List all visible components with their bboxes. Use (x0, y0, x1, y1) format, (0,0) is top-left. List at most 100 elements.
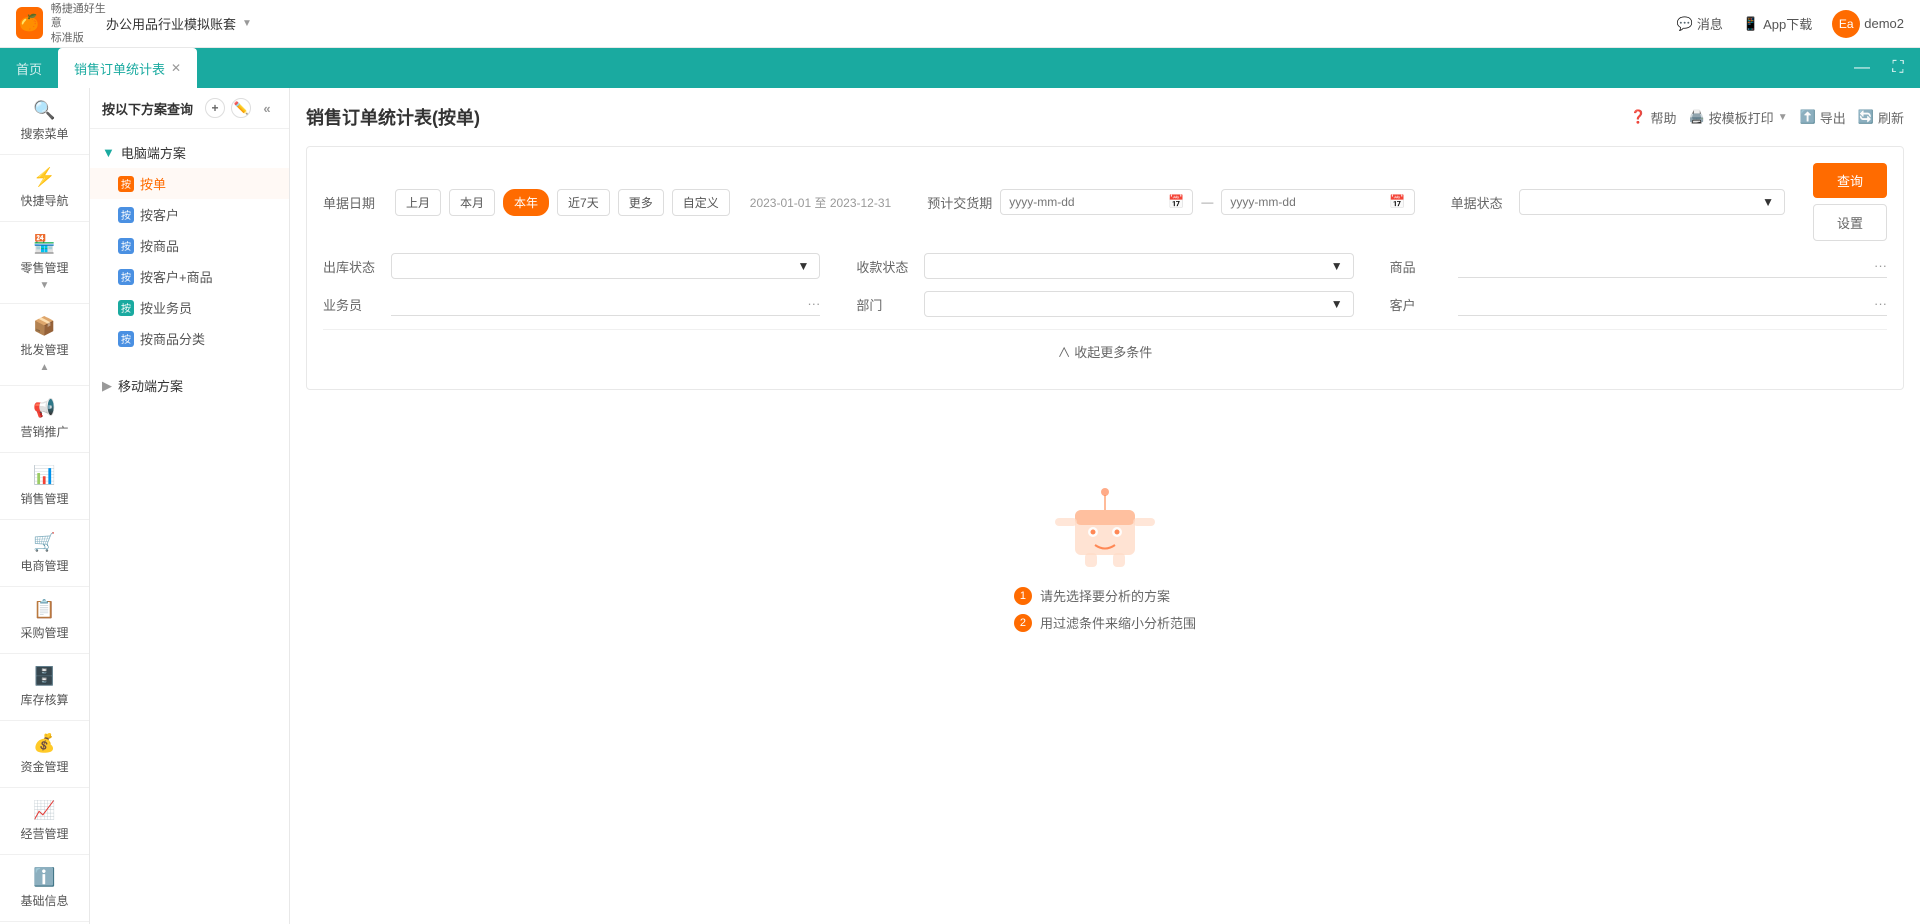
download-icon: 📱 (1743, 16, 1759, 32)
topbar-title[interactable]: 办公用品行业模拟账套 ▼ (106, 14, 1677, 33)
customer-col: 客户 ··· (1390, 292, 1887, 316)
this-year-button[interactable]: 本年 (503, 189, 549, 216)
avatar: Ea (1832, 10, 1860, 38)
salesperson-col: 业务员 ··· (323, 292, 820, 316)
last-month-button[interactable]: 上月 (395, 189, 441, 216)
collapse-panel-button[interactable]: « (257, 98, 277, 118)
tip-num-1: 1 (1014, 587, 1032, 605)
top-bar: 🍊 畅捷通好生意 标准版 办公用品行业模拟账套 ▼ 💬 消息 📱 App下载 E… (0, 0, 1920, 48)
filter-row-2: 出库状态 ▼ 收款状态 ▼ 商品 ··· (323, 253, 1887, 279)
sidebar-item-inventory[interactable]: 🗄️ 库存核算 (0, 654, 89, 721)
sidebar-item-ecommerce[interactable]: 🛒 电商管理 (0, 520, 89, 587)
product-col: 商品 ··· (1390, 254, 1887, 278)
order-status-label: 单据状态 (1451, 193, 1511, 212)
calendar-end-icon[interactable]: 📅 (1389, 194, 1405, 210)
refresh-button[interactable]: 🔄 刷新 (1858, 108, 1904, 127)
sidebar-item-purchase[interactable]: 📋 采购管理 (0, 587, 89, 654)
tree-child-by-customer-product[interactable]: 按 按客户+商品 (90, 261, 289, 292)
delivery-date-end-wrap[interactable]: 📅 (1221, 189, 1414, 215)
product-more-icon[interactable]: ··· (1874, 258, 1887, 273)
payment-status-col: 收款状态 ▼ (856, 253, 1353, 279)
tree-child-by-order[interactable]: 按 按单 (90, 168, 289, 199)
finance-icon: 💰 (33, 733, 55, 754)
calendar-start-icon[interactable]: 📅 (1168, 194, 1184, 210)
tab-minimize-button[interactable]: — (1848, 54, 1876, 82)
custom-date-button[interactable]: 自定义 (672, 189, 730, 216)
empty-tips: 1 请先选择要分析的方案 2 用过滤条件来缩小分析范围 (1014, 586, 1196, 632)
app-download-action[interactable]: 📱 App下载 (1743, 14, 1812, 33)
export-button[interactable]: ⬆️ 导出 (1800, 108, 1846, 127)
sidebar-item-marketing[interactable]: 📢 营销推广 (0, 386, 89, 453)
tab-bar: 首页 销售订单统计表 ✕ — ⛶ (0, 48, 1920, 88)
tree-expand-icon: ▼ (102, 145, 115, 160)
tab-sales-stats[interactable]: 销售订单统计表 ✕ (58, 48, 197, 88)
collapse-more-button[interactable]: ∧ 收起更多条件 (323, 329, 1887, 373)
sidebar-item-operation[interactable]: 📈 经营管理 (0, 788, 89, 855)
more-date-button[interactable]: 更多 (618, 189, 664, 216)
delivery-date-end-input[interactable] (1230, 195, 1385, 209)
wholesale-icon: 📦 (33, 316, 55, 337)
salesperson-more-icon[interactable]: ··· (807, 296, 820, 311)
template-print-button[interactable]: 🖨️ 按模板打印 ▼ (1688, 108, 1787, 127)
message-action[interactable]: 💬 消息 (1677, 14, 1723, 33)
sidebar-item-retail[interactable]: 🏪 零售管理 ▼ (0, 222, 89, 304)
this-month-button[interactable]: 本月 (449, 189, 495, 216)
sidebar-item-quick-nav[interactable]: ⚡ 快捷导航 (0, 155, 89, 222)
logo-area: 🍊 畅捷通好生意 标准版 (16, 2, 106, 45)
tree-child-by-customer[interactable]: 按 按客户 (90, 199, 289, 230)
sidebar-item-basic-info[interactable]: ℹ️ 基础信息 (0, 855, 89, 922)
tree-parent-mobile[interactable]: ▶ 移动端方案 (90, 370, 289, 401)
order-status-select[interactable]: ▼ (1519, 189, 1785, 215)
search-icon: 🔍 (33, 100, 55, 121)
payment-status-label: 收款状态 (856, 257, 916, 276)
empty-state: 1 请先选择要分析的方案 2 用过滤条件来缩小分析范围 (306, 390, 1904, 712)
department-chevron-icon: ▼ (1331, 297, 1343, 311)
empty-tip-1: 1 请先选择要分析的方案 (1014, 586, 1196, 605)
refresh-icon: 🔄 (1858, 109, 1874, 125)
search-button[interactable]: 查询 (1813, 163, 1887, 198)
sidebar-item-finance[interactable]: 💰 资金管理 (0, 721, 89, 788)
salesperson-label: 业务员 (323, 295, 383, 314)
setting-button[interactable]: 设置 (1813, 204, 1887, 241)
tree-mobile-expand-icon: ▶ (102, 378, 112, 394)
filter-area: 单据日期 上月 本月 本年 近7天 更多 自定义 2023-01-01 至 20… (306, 146, 1904, 390)
delivery-date-start-wrap[interactable]: 📅 (1000, 189, 1193, 215)
tree-child-by-product-category[interactable]: 按 按商品分类 (90, 323, 289, 354)
delivery-date-start-input[interactable] (1009, 195, 1164, 209)
help-button[interactable]: ❓ 帮助 (1630, 108, 1676, 127)
expected-delivery-label: 预计交货期 (927, 193, 992, 212)
left-panel-header: 按以下方案查询 + ✏️ « (90, 88, 289, 129)
delivery-status-label: 出库状态 (323, 257, 383, 276)
tree-child-by-product[interactable]: 按 按商品 (90, 230, 289, 261)
payment-status-select[interactable]: ▼ (924, 253, 1353, 279)
user-action[interactable]: Ea demo2 (1832, 10, 1904, 38)
order-status-chevron-icon: ▼ (1762, 195, 1774, 209)
delivery-status-chevron-icon: ▼ (797, 259, 809, 273)
tab-home[interactable]: 首页 (0, 48, 58, 88)
sidebar-item-wholesale[interactable]: 📦 批发管理 ▲ (0, 304, 89, 386)
by-product-icon: 按 (118, 238, 134, 254)
last7days-button[interactable]: 近7天 (557, 189, 610, 216)
left-panel: 按以下方案查询 + ✏️ « ▼ 电脑端方案 按 按单 按 按客户 按 按商品 (90, 88, 290, 924)
print-icon: 🖨️ (1688, 109, 1704, 125)
collapse-chevron-icon: ∧ (1058, 345, 1075, 360)
department-col: 部门 ▼ (856, 291, 1353, 317)
sidebar-item-sales-mgmt[interactable]: 📊 销售管理 (0, 453, 89, 520)
customer-label: 客户 (1390, 295, 1450, 314)
customer-more-icon[interactable]: ··· (1874, 296, 1887, 311)
sidebar-item-search[interactable]: 🔍 搜索菜单 (0, 88, 89, 155)
date-filter: 上月 本月 本年 近7天 更多 自定义 (395, 189, 730, 216)
tab-maximize-button[interactable]: ⛶ (1884, 54, 1912, 82)
tab-close-icon[interactable]: ✕ (171, 61, 181, 75)
delivery-status-select[interactable]: ▼ (391, 253, 820, 279)
by-customer-product-icon: 按 (118, 269, 134, 285)
department-select[interactable]: ▼ (924, 291, 1353, 317)
by-salesperson-icon: 按 (118, 300, 134, 316)
tree-parent-pc[interactable]: ▼ 电脑端方案 (90, 137, 289, 168)
dropdown-chevron-icon[interactable]: ▼ (242, 18, 252, 29)
edit-scheme-button[interactable]: ✏️ (231, 98, 251, 118)
page-header: 销售订单统计表(按单) ❓ 帮助 🖨️ 按模板打印 ▼ ⬆️ 导出 🔄 刷新 (306, 104, 1904, 130)
add-scheme-button[interactable]: + (205, 98, 225, 118)
ecommerce-icon: 🛒 (33, 532, 55, 553)
tree-child-by-salesperson[interactable]: 按 按业务员 (90, 292, 289, 323)
